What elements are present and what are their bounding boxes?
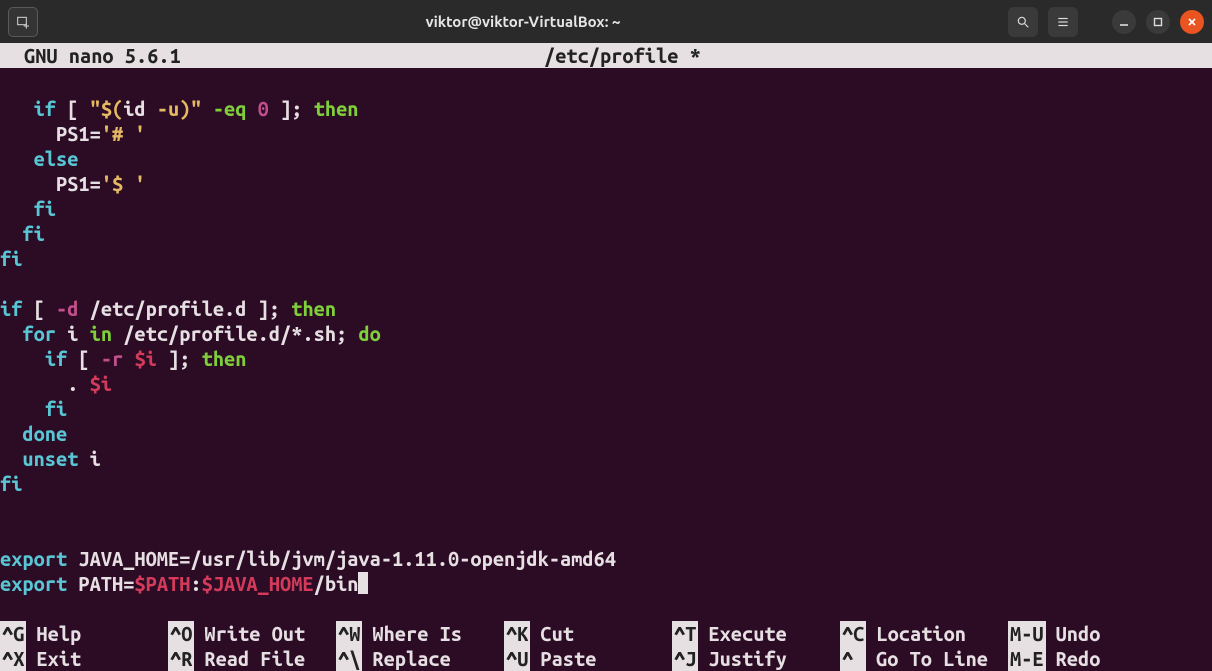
code-line: if [ -r $i ]; then (0, 347, 246, 370)
code-line: PS1='# ' (0, 122, 146, 145)
shortcut-key: ^J (672, 646, 698, 671)
minimize-button[interactable] (1112, 10, 1136, 34)
code-line: export PATH=$PATH:$JAVA_HOME/bin (0, 572, 368, 595)
code-line: fi (0, 472, 22, 495)
shortcut-label: Help (26, 621, 81, 646)
shortcut-label: Where Is (362, 621, 462, 646)
nano-filename: /etc/profile * (544, 44, 1208, 67)
shortcut-cell[interactable]: ^TExecute (672, 621, 840, 646)
shortcut-label: Replace (362, 646, 450, 671)
shortcut-key: M-E (1008, 646, 1046, 671)
shortcut-cell[interactable]: ^KCut (504, 621, 672, 646)
code-line: done (0, 422, 67, 445)
new-tab-icon (15, 14, 31, 30)
shortcut-key: ^K (504, 621, 530, 646)
text-cursor (358, 572, 368, 594)
new-tab-button[interactable] (8, 7, 38, 37)
search-icon (1016, 15, 1030, 29)
minimize-icon (1119, 17, 1129, 27)
shortcut-cell[interactable]: ^JJustify (672, 646, 840, 671)
shortcut-label: Execute (698, 621, 786, 646)
shortcut-label: Undo (1046, 621, 1101, 646)
shortcut-key: ^U (504, 646, 530, 671)
shortcut-key: ^\ (336, 646, 362, 671)
shortcut-label: Exit (26, 646, 81, 671)
close-icon (1187, 17, 1197, 27)
shortcut-key: ^X (0, 646, 26, 671)
shortcut-label: Read File (194, 646, 305, 671)
code-line: fi (0, 397, 67, 420)
shortcut-cell[interactable]: ^RRead File (168, 646, 336, 671)
window-titlebar: viktor@viktor-VirtualBox: ~ (0, 0, 1212, 43)
shortcut-cell[interactable]: M-UUndo (1008, 621, 1176, 646)
nano-header: GNU nano 5.6.1 /etc/profile * (0, 43, 1212, 68)
hamburger-icon (1056, 15, 1070, 29)
shortcut-key: ^O (168, 621, 194, 646)
shortcut-cell[interactable]: ^OWrite Out (168, 621, 336, 646)
search-button[interactable] (1008, 7, 1038, 37)
code-line: fi (0, 197, 56, 220)
shortcut-cell[interactable]: ^XExit (0, 646, 168, 671)
shortcut-label: Cut (530, 621, 574, 646)
shortcut-key: M-U (1008, 621, 1046, 646)
menu-button[interactable] (1048, 7, 1078, 37)
maximize-icon (1153, 17, 1163, 27)
nano-shortcut-bar: ^GHelp^OWrite Out^WWhere Is^KCut^TExecut… (0, 621, 1212, 671)
shortcut-key: ^ (840, 646, 866, 671)
shortcut-key: ^R (168, 646, 194, 671)
shortcut-cell[interactable]: M-ERedo (1008, 646, 1176, 671)
code-line: if [ -d /etc/profile.d ]; then (0, 297, 336, 320)
shortcut-label: Redo (1046, 646, 1101, 671)
shortcut-key: ^G (0, 621, 26, 646)
code-line: else (0, 147, 78, 170)
shortcut-cell[interactable]: ^GHelp (0, 621, 168, 646)
shortcut-cell[interactable]: ^WWhere Is (336, 621, 504, 646)
shortcut-row: ^GHelp^OWrite Out^WWhere Is^KCut^TExecut… (0, 621, 1212, 646)
code-line: if [ "$(id -u)" -eq 0 ]; then (0, 97, 359, 120)
code-line: export JAVA_HOME=/usr/lib/jvm/java-1.11.… (0, 547, 616, 570)
shortcut-cell[interactable]: ^UPaste (504, 646, 672, 671)
code-line: fi (0, 222, 45, 245)
shortcut-key: ^C (840, 621, 866, 646)
shortcut-key: ^T (672, 621, 698, 646)
code-line (0, 522, 11, 545)
code-line (0, 497, 11, 520)
shortcut-label: Justify (698, 646, 786, 671)
code-line: fi (0, 247, 22, 270)
shortcut-label: Write Out (194, 621, 305, 646)
shortcut-label: Location (866, 621, 966, 646)
code-line: . $i (0, 372, 112, 395)
shortcut-key: ^W (336, 621, 362, 646)
close-button[interactable] (1180, 10, 1204, 34)
code-line: for i in /etc/profile.d/*.sh; do (0, 322, 381, 345)
editor-content[interactable]: if [ "$(id -u)" -eq 0 ]; then PS1='# ' e… (0, 68, 1212, 596)
nano-version: GNU nano 5.6.1 (24, 44, 544, 67)
shortcut-cell[interactable]: ^CLocation (840, 621, 1008, 646)
code-line (0, 272, 11, 295)
shortcut-label: Paste (530, 646, 596, 671)
shortcut-cell[interactable]: ^\Replace (336, 646, 504, 671)
shortcut-cell[interactable]: ^ Go To Line (840, 646, 1008, 671)
shortcut-label: Go To Line (866, 646, 988, 671)
shortcut-row: ^XExit^RRead File^\Replace^UPaste^JJusti… (0, 646, 1212, 671)
code-line: unset i (0, 447, 101, 470)
code-line: PS1='$ ' (0, 172, 146, 195)
window-title: viktor@viktor-VirtualBox: ~ (38, 13, 1008, 30)
maximize-button[interactable] (1146, 10, 1170, 34)
